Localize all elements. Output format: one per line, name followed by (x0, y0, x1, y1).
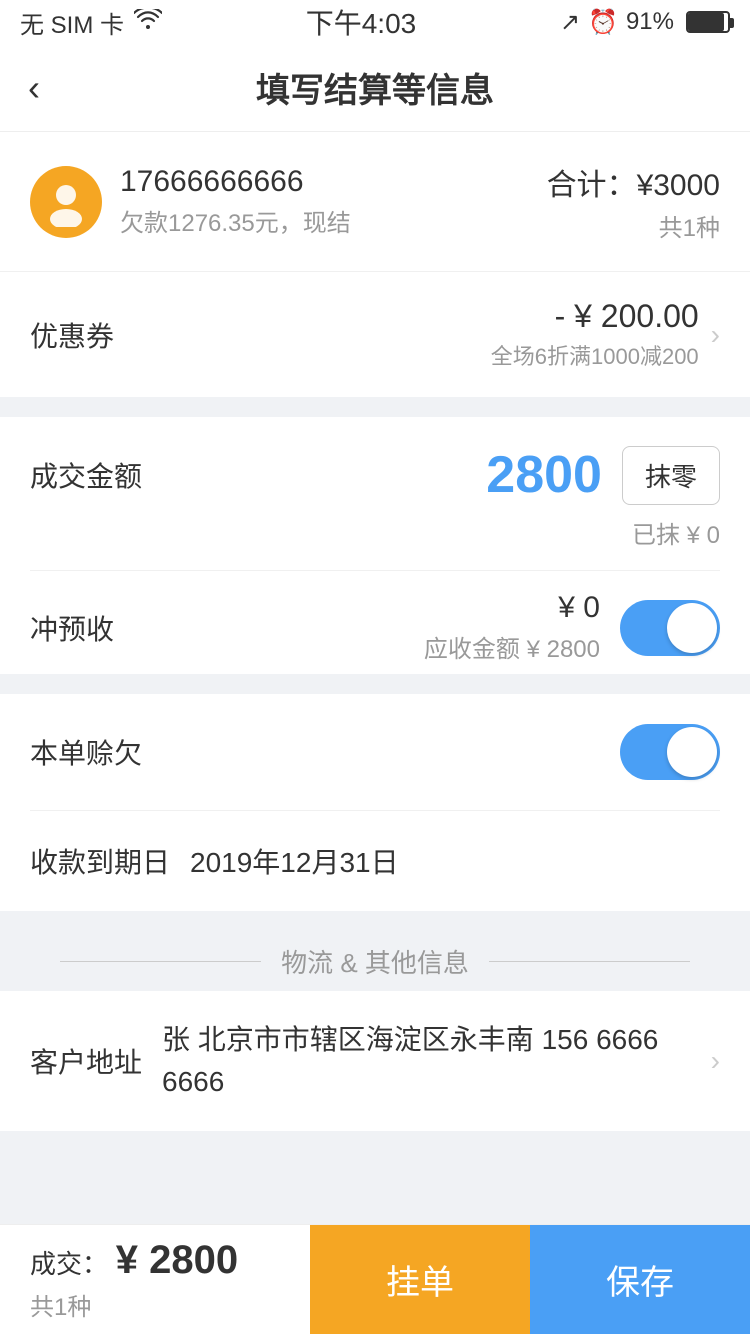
address-row[interactable]: 客户地址 张 北京市市辖区海淀区永丰南 156 6666 6666 › (0, 991, 750, 1131)
debt-toggle-knob (667, 727, 717, 777)
status-left: 无 SIM 卡 (20, 5, 162, 40)
page-title: 填写结算等信息 (256, 63, 494, 112)
debt-row: 本单赊欠 (30, 694, 720, 810)
total-label: 合计： (547, 169, 637, 202)
logistics-divider: 物流 & 其他信息 (0, 931, 750, 991)
deal-sub-text: 已抹 ¥ 0 (632, 515, 720, 550)
deal-section: 成交金额 2800 抹零 已抹 ¥ 0 冲预收 ¥ 0 应收金额 ¥ 2800 (0, 417, 750, 674)
nav-bar: ‹ 填写结算等信息 (0, 44, 750, 132)
coupon-right: - ¥ 200.00 全场6折满1000减200 › (491, 298, 720, 371)
deal-amount: 2800 (486, 445, 602, 505)
prepay-label: 冲预收 (30, 608, 114, 648)
toggle-knob (667, 603, 717, 653)
footer-deal-label: 成交： (30, 1249, 108, 1279)
footer-count: 共1种 (30, 1287, 280, 1322)
total-value: ¥3000 (637, 169, 720, 202)
alarm-icon: ⏰ (588, 8, 618, 37)
duedate-row: 收款到期日 2019年12月31日 (30, 810, 720, 911)
hang-button[interactable]: 挂单 (310, 1225, 530, 1334)
chevron-right-icon: › (711, 319, 720, 351)
prepay-toggle[interactable] (620, 600, 720, 656)
avatar (30, 166, 102, 238)
footer-amount: ¥ 2800 (116, 1238, 238, 1282)
wifi-icon (134, 8, 162, 36)
customer-debt: 欠款1276.35元，现结 (120, 203, 351, 238)
location-icon: ↗ (560, 8, 580, 37)
content: 17666666666 欠款1276.35元，现结 合计：¥3000 共1种 优… (0, 132, 750, 1331)
coupon-value-block: - ¥ 200.00 全场6折满1000减200 (491, 298, 699, 371)
debt-section: 本单赊欠 收款到期日 2019年12月31日 (0, 694, 750, 911)
debt-toggle[interactable] (620, 724, 720, 780)
deal-row: 成交金额 2800 抹零 (30, 417, 720, 515)
round-zero-button[interactable]: 抹零 (622, 446, 720, 505)
prepay-amount: ¥ 0 (424, 591, 600, 625)
no-sim-text: 无 SIM 卡 (20, 5, 124, 40)
logistics-text: 物流 & 其他信息 (261, 943, 489, 980)
status-time: 下午4:03 (306, 2, 417, 42)
prepay-right: ¥ 0 应收金额 ¥ 2800 (424, 591, 720, 664)
address-label: 客户地址 (30, 1041, 142, 1081)
customer-card: 17666666666 欠款1276.35元，现结 合计：¥3000 共1种 (0, 132, 750, 271)
total-count: 共1种 (547, 208, 720, 243)
save-button[interactable]: 保存 (530, 1225, 750, 1334)
duedate-label: 收款到期日 (30, 841, 170, 881)
deal-right: 2800 抹零 (486, 445, 720, 505)
customer-left: 17666666666 欠款1276.35元，现结 (30, 165, 351, 238)
battery-text: 91% (626, 8, 674, 36)
battery-icon (686, 11, 730, 33)
coupon-amount: - ¥ 200.00 (491, 298, 699, 335)
footer-info: 成交： ¥ 2800 共1种 (0, 1238, 310, 1322)
separator-1 (0, 397, 750, 417)
coupon-label: 优惠券 (30, 315, 114, 355)
address-chevron-icon: › (711, 1045, 720, 1077)
customer-phone: 17666666666 (120, 165, 351, 199)
status-bar: 无 SIM 卡 下午4:03 ↗ ⏰ 91% (0, 0, 750, 44)
customer-right: 合计：¥3000 共1种 (547, 160, 720, 243)
debt-label: 本单赊欠 (30, 732, 142, 772)
customer-info: 17666666666 欠款1276.35元，现结 (120, 165, 351, 238)
coupon-row[interactable]: 优惠券 - ¥ 200.00 全场6折满1000减200 › (0, 271, 750, 397)
back-button[interactable]: ‹ (28, 67, 40, 109)
prepay-receivable: 应收金额 ¥ 2800 (424, 629, 600, 664)
address-value: 张 北京市市辖区海淀区永丰南 156 6666 6666 (162, 1019, 691, 1103)
separator-3 (0, 911, 750, 931)
deal-sub: 已抹 ¥ 0 (30, 515, 720, 570)
prepay-row: 冲预收 ¥ 0 应收金额 ¥ 2800 (30, 570, 720, 674)
footer-deal-line: 成交： ¥ 2800 (30, 1238, 280, 1283)
prepay-value-block: ¥ 0 应收金额 ¥ 2800 (424, 591, 600, 664)
duedate-value: 2019年12月31日 (190, 841, 399, 881)
total-amount: 合计：¥3000 (547, 160, 720, 204)
separator-2 (0, 674, 750, 694)
deal-label: 成交金额 (30, 455, 142, 495)
coupon-desc: 全场6折满1000减200 (491, 339, 699, 371)
status-right: ↗ ⏰ 91% (560, 8, 730, 37)
footer: 成交： ¥ 2800 共1种 挂单 保存 (0, 1224, 750, 1334)
